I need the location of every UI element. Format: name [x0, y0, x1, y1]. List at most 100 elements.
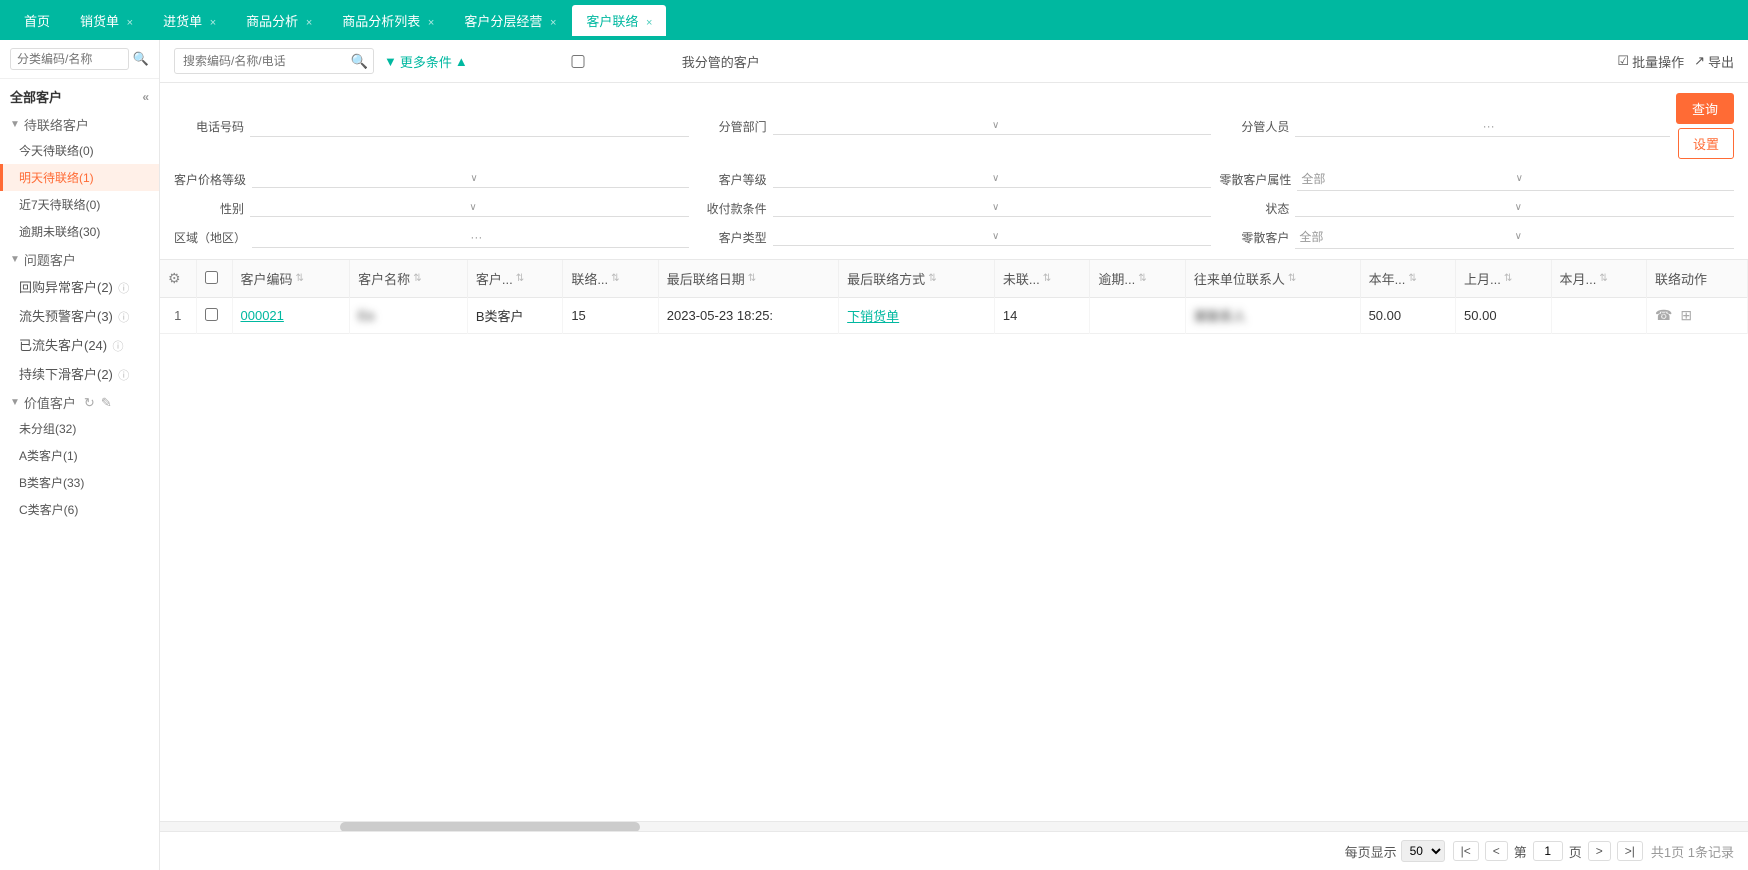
- sidebar-item-b-class[interactable]: B类客户(33): [0, 469, 159, 496]
- nav-customer-contact[interactable]: 客户联络 ×: [572, 5, 666, 36]
- sort-this-month-icon[interactable]: ⇅: [1599, 273, 1607, 284]
- nav-product-analysis[interactable]: 商品分析 ×: [232, 5, 326, 36]
- sort-last-month-icon[interactable]: ⇅: [1504, 273, 1512, 284]
- batch-op-button[interactable]: ☑ 批量操作: [1617, 52, 1684, 71]
- next-page-button[interactable]: >: [1588, 841, 1611, 861]
- filter-customer-type-label: 客户类型: [697, 229, 767, 246]
- nav-close-product-analysis[interactable]: ×: [306, 17, 312, 29]
- page-number-input[interactable]: [1533, 841, 1563, 861]
- filter-price-level-select[interactable]: ∨: [252, 170, 689, 188]
- row-more-icon-1[interactable]: ⊞: [1680, 307, 1692, 324]
- sidebar-value-refresh-icon[interactable]: ↻: [84, 395, 95, 411]
- nav-product-analysis-list[interactable]: 商品分析列表 ×: [328, 5, 448, 36]
- nav-home[interactable]: 首页: [10, 5, 64, 36]
- sidebar-all-customers-header[interactable]: 全部客户 «: [0, 79, 159, 110]
- th-name: 客户名称 ⇅: [350, 260, 468, 298]
- sidebar-pending-triangle: ▼: [10, 119, 20, 130]
- prev-page-button[interactable]: <: [1485, 841, 1508, 861]
- nav-sales[interactable]: 销货单 ×: [66, 5, 147, 36]
- sidebar-value-edit-icon[interactable]: ✎: [101, 395, 112, 411]
- row-code-link-1[interactable]: 000021: [241, 308, 284, 323]
- row-select-checkbox-1[interactable]: [205, 308, 218, 321]
- sidebar-problem-label: ▼ 问题客户: [0, 245, 159, 272]
- filter-customer-type-select[interactable]: ∨: [773, 228, 1212, 246]
- customer-table: ⚙ 客户编码 ⇅ 客户名称: [160, 260, 1748, 334]
- row-phone-icon-1[interactable]: ☎: [1655, 307, 1672, 324]
- sidebar-item-declining[interactable]: 持续下滑客户(2) ⓘ: [0, 359, 159, 388]
- row-this-month-1: [1551, 298, 1646, 334]
- filter-person-select[interactable]: ···: [1295, 116, 1670, 137]
- info-icon-2: ⓘ: [112, 341, 123, 353]
- sort-name-icon[interactable]: ⇅: [413, 273, 421, 284]
- top-nav: 首页 销货单 × 进货单 × 商品分析 × 商品分析列表 × 客户分层经营 × …: [0, 0, 1748, 40]
- filter-phone-input[interactable]: [250, 116, 689, 137]
- filter-payment-select[interactable]: ∨: [773, 199, 1212, 217]
- sort-contact-person-icon[interactable]: ⇅: [1288, 273, 1296, 284]
- filter-price-level-arrow: ∨: [470, 173, 684, 184]
- table-scroll-bar[interactable]: [160, 821, 1748, 831]
- set-button[interactable]: 设置: [1678, 128, 1734, 159]
- filter-customer-level-select[interactable]: ∨: [773, 170, 1212, 188]
- filter-status-select[interactable]: ∨: [1295, 199, 1734, 217]
- sidebar-item-ungrouped[interactable]: 未分组(32): [0, 415, 159, 442]
- sidebar-item-a-class[interactable]: A类客户(1): [0, 442, 159, 469]
- sort-code-icon[interactable]: ⇅: [296, 273, 304, 284]
- sidebar-item-today-pending[interactable]: 今天待联络(0): [0, 137, 159, 164]
- my-customers-checkbox-label[interactable]: 我分管的客户: [478, 52, 760, 71]
- nav-purchase[interactable]: 进货单 ×: [149, 5, 230, 36]
- filter-gender-label: 性别: [174, 200, 244, 217]
- first-page-button[interactable]: |<: [1453, 841, 1479, 861]
- sidebar-item-repurchase-abnormal[interactable]: 回购异常客户(2) ⓘ: [0, 272, 159, 301]
- filter-phone: 电话号码: [174, 116, 689, 137]
- sidebar-item-tomorrow-pending[interactable]: 明天待联络(1): [0, 164, 159, 191]
- sort-contact-count-icon[interactable]: ⇅: [611, 273, 619, 284]
- filter-retail-customer-select[interactable]: 全部 ∨: [1295, 225, 1734, 249]
- more-filter-button[interactable]: ▼ 更多条件 ▲: [384, 52, 468, 71]
- nav-close-customer-contact[interactable]: ×: [646, 17, 652, 29]
- row-year-amount-1: 50.00: [1360, 298, 1455, 334]
- page-size-select[interactable]: 50: [1401, 840, 1445, 862]
- sidebar-item-churned[interactable]: 已流失客户(24) ⓘ: [0, 330, 159, 359]
- sort-uncontacted-icon[interactable]: ⇅: [1043, 273, 1051, 284]
- filter-chevron-icon: ▲: [455, 54, 468, 69]
- info-icon-1: ⓘ: [118, 312, 129, 324]
- row-overdue-1: [1090, 298, 1185, 334]
- filter-payment-arrow: ∨: [992, 202, 1207, 213]
- th-customer-type: 客户... ⇅: [467, 260, 562, 298]
- row-contact-count-1: 15: [563, 298, 658, 334]
- th-contact-person: 往来单位联系人 ⇅: [1185, 260, 1360, 298]
- sidebar-item-c-class[interactable]: C类客户(6): [0, 496, 159, 523]
- sidebar-item-week-pending[interactable]: 近7天待联络(0): [0, 191, 159, 218]
- nav-close-purchase[interactable]: ×: [210, 17, 216, 29]
- last-page-button[interactable]: >|: [1617, 841, 1643, 861]
- select-all-checkbox[interactable]: [205, 271, 218, 284]
- filter-customer-level-arrow: ∨: [992, 173, 1207, 184]
- my-customers-checkbox[interactable]: [478, 55, 678, 68]
- nav-customer-layer[interactable]: 客户分层经营 ×: [450, 5, 570, 36]
- filter-dept-select[interactable]: ∨: [773, 117, 1212, 135]
- sidebar-search-input[interactable]: [10, 48, 129, 70]
- sort-year-icon[interactable]: ⇅: [1408, 273, 1416, 284]
- main-search-icon[interactable]: 🔍: [351, 53, 368, 70]
- filter-region-select[interactable]: ···: [252, 227, 689, 248]
- sidebar-search-icon[interactable]: 🔍: [133, 51, 149, 67]
- nav-close-customer-layer[interactable]: ×: [550, 17, 556, 29]
- table-row: 1 000021 Ea B类客户 15 2023-05-23 18:25:: [160, 298, 1748, 334]
- table-footer: 每页显示 50 |< < 第 页 > >| 共1页 1条记录: [160, 831, 1748, 870]
- filter-retail-attr-select[interactable]: 全部 ∨: [1297, 167, 1734, 191]
- filter-gender-select[interactable]: ∨: [250, 199, 689, 217]
- nav-close-sales[interactable]: ×: [127, 17, 133, 29]
- sidebar-problem-triangle: ▼: [10, 254, 20, 265]
- main-search-input[interactable]: [174, 48, 374, 74]
- query-button[interactable]: 查询: [1676, 93, 1734, 124]
- sort-overdue-icon[interactable]: ⇅: [1138, 273, 1146, 284]
- sort-last-date-icon[interactable]: ⇅: [748, 273, 756, 284]
- table-settings-icon[interactable]: ⚙: [168, 270, 181, 286]
- export-button[interactable]: ↗ 导出: [1694, 52, 1734, 71]
- sort-last-method-icon[interactable]: ⇅: [928, 273, 936, 284]
- nav-close-product-analysis-list[interactable]: ×: [428, 17, 434, 29]
- row-method-link-1[interactable]: 下销货单: [847, 309, 899, 324]
- sidebar-item-churn-warning[interactable]: 流失预警客户(3) ⓘ: [0, 301, 159, 330]
- sidebar-item-overdue-pending[interactable]: 逾期未联络(30): [0, 218, 159, 245]
- sort-ctype-icon[interactable]: ⇅: [516, 273, 524, 284]
